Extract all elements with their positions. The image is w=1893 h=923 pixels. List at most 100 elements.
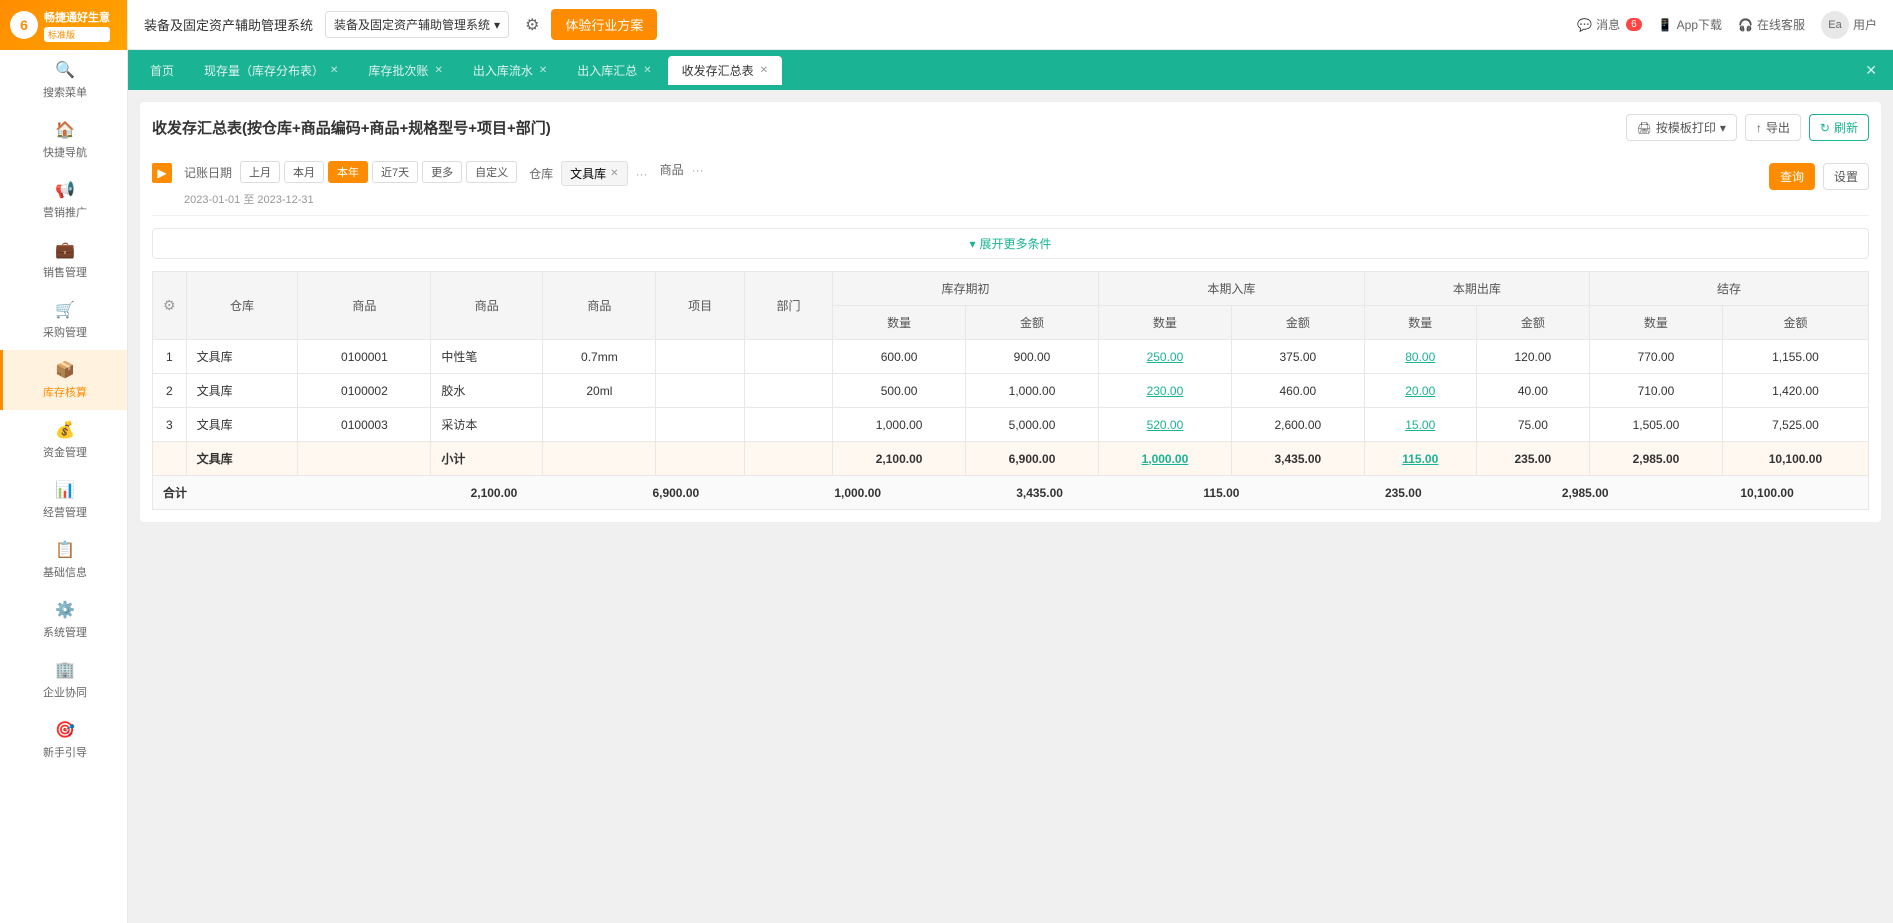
row-close-amt: 1,155.00 (1722, 340, 1868, 374)
sidebar-item-system[interactable]: ⚙️ 系统管理 (0, 590, 127, 650)
row-code: 0100003 (298, 408, 431, 442)
row-out-qty[interactable]: 20.00 (1364, 374, 1476, 408)
online-service-btn[interactable]: 🎧 在线客服 (1738, 16, 1805, 33)
table-row: 1 文具库 0100001 中性笔 0.7mm 600.00 900.00 25… (153, 340, 1869, 374)
tab-batch[interactable]: 库存批次账 ✕ (354, 56, 456, 85)
sidebar-item-sales[interactable]: 💼 销售管理 (0, 230, 127, 290)
row-in-qty[interactable]: 520.00 (1098, 408, 1231, 442)
col-close-qty: 数量 (1589, 306, 1722, 340)
date-btn-7days[interactable]: 近7天 (372, 161, 418, 183)
row-in-qty[interactable]: 230.00 (1098, 374, 1231, 408)
subtotal-in-qty-link[interactable]: 1,000.00 (1142, 452, 1189, 466)
sidebar-item-basic-info[interactable]: 📋 基础信息 (0, 530, 127, 590)
goods-more[interactable]: ··· (692, 163, 704, 177)
refresh-btn[interactable]: ↻ 刷新 (1809, 114, 1869, 141)
row-spec (543, 408, 656, 442)
row-out-qty[interactable]: 80.00 (1364, 340, 1476, 374)
user-menu[interactable]: Ea 用户 (1821, 11, 1877, 39)
row-open-amt: 5,000.00 (966, 408, 1099, 442)
refresh-icon: ↻ (1820, 121, 1830, 135)
tab-receive-send[interactable]: 收发存汇总表 ✕ (668, 56, 782, 85)
gear-icon[interactable]: ⚙ (525, 15, 539, 35)
filter-expand-arrow[interactable]: ▶ (152, 163, 172, 183)
row-dept (744, 442, 832, 476)
tab-close-stock-dist[interactable]: ✕ (330, 65, 338, 76)
tab-close-receive-send[interactable]: ✕ (760, 65, 768, 76)
avatar: Ea (1821, 11, 1849, 39)
tab-close-inout-flow[interactable]: ✕ (539, 65, 547, 76)
col-in-qty: 数量 (1098, 306, 1231, 340)
system-selector[interactable]: 装备及固定资产辅助管理系统 ▾ (325, 11, 509, 38)
row-name: 胶水 (431, 374, 543, 408)
row-in-qty[interactable]: 1,000.00 (1098, 442, 1231, 476)
tab-inout-flow[interactable]: 出入库流水 ✕ (459, 56, 561, 85)
col-out-qty: 数量 (1364, 306, 1476, 340)
tab-inout-summary[interactable]: 出入库汇总 ✕ (563, 56, 665, 85)
date-filter-btns: 上月 本月 本年 近7天 更多 自定义 (240, 161, 517, 183)
row-num: 3 (153, 408, 187, 442)
tab-close-batch[interactable]: ✕ (434, 65, 442, 76)
date-btn-this-month[interactable]: 本月 (284, 161, 324, 183)
warehouse-more[interactable]: ··· (636, 167, 648, 181)
sidebar-item-operations[interactable]: 📊 经营管理 (0, 470, 127, 530)
page-actions: 🖨 按模板打印 ▾ ↑ 导出 ↻ 刷新 (1626, 114, 1869, 141)
row-code: 0100001 (298, 340, 431, 374)
subtotal-out-qty-link[interactable]: 115.00 (1402, 452, 1438, 466)
row-out-amt: 40.00 (1476, 374, 1589, 408)
out-qty-link[interactable]: 80.00 (1405, 350, 1435, 364)
date-btn-last-month[interactable]: 上月 (240, 161, 280, 183)
row-out-amt: 235.00 (1476, 442, 1589, 476)
sidebar-item-finance[interactable]: 💰 资金管理 (0, 410, 127, 470)
expand-conditions-btn[interactable]: ▾ 展开更多条件 (152, 228, 1869, 259)
in-qty-link[interactable]: 230.00 (1147, 384, 1184, 398)
app-download-btn[interactable]: 📱 App下载 (1658, 16, 1722, 33)
inventory-icon: 📦 (55, 360, 75, 380)
notification-btn[interactable]: 💬 消息 6 (1577, 16, 1642, 33)
out-qty-link[interactable]: 20.00 (1405, 384, 1435, 398)
sidebar-item-marketing[interactable]: 📢 营销推广 (0, 170, 127, 230)
row-in-qty[interactable]: 250.00 (1098, 340, 1231, 374)
row-name: 采访本 (431, 408, 543, 442)
query-btn[interactable]: 查询 (1769, 163, 1815, 190)
close-all-tabs-icon[interactable]: ✕ (1865, 62, 1877, 79)
sidebar-item-guide[interactable]: 🎯 新手引导 (0, 710, 127, 770)
sales-icon: 💼 (55, 240, 75, 260)
row-open-amt: 900.00 (966, 340, 1099, 374)
date-filter-label: 记账日期 (184, 164, 232, 181)
sidebar-item-inventory[interactable]: 📦 库存核算 (0, 350, 127, 410)
col-opening-group: 库存期初 (833, 272, 1099, 306)
print-btn[interactable]: 🖨 按模板打印 ▾ (1626, 114, 1737, 141)
table-settings-icon[interactable]: ⚙ (163, 297, 176, 313)
export-btn[interactable]: ↑ 导出 (1745, 114, 1801, 141)
sidebar-item-corp[interactable]: 🏢 企业协同 (0, 650, 127, 710)
date-btn-custom[interactable]: 自定义 (466, 161, 517, 183)
row-project (656, 408, 744, 442)
row-project (656, 374, 744, 408)
col-project: 项目 (656, 272, 744, 340)
warehouse-tag-close[interactable]: ✕ (610, 168, 618, 179)
table-row: 2 文具库 0100002 胶水 20ml 500.00 1,000.00 23… (153, 374, 1869, 408)
in-qty-link[interactable]: 520.00 (1147, 418, 1184, 432)
sidebar-item-purchase[interactable]: 🛒 采购管理 (0, 290, 127, 350)
chevron-down-icon: ▾ (1720, 121, 1726, 135)
sidebar-item-search[interactable]: 🔍 搜索菜单 (0, 50, 127, 110)
tab-home[interactable]: 首页 (136, 56, 188, 85)
tab-close-inout-summary[interactable]: ✕ (643, 65, 651, 76)
row-warehouse: 文具库 (186, 408, 298, 442)
date-btn-this-year[interactable]: 本年 (328, 161, 368, 183)
trial-btn[interactable]: 体验行业方案 (551, 9, 657, 40)
tab-stock-dist[interactable]: 现存量（库存分布表） ✕ (190, 56, 352, 85)
sidebar-item-quick-nav[interactable]: 🏠 快捷导航 (0, 110, 127, 170)
footer-open-qty: 2,100.00 (403, 486, 585, 500)
row-in-amt: 2,600.00 (1231, 408, 1364, 442)
footer-nums: 2,100.00 6,900.00 1,000.00 3,435.00 115.… (403, 486, 1858, 500)
out-qty-link[interactable]: 15.00 (1405, 418, 1435, 432)
row-out-qty[interactable]: 15.00 (1364, 408, 1476, 442)
basic-info-icon: 📋 (55, 540, 75, 560)
in-qty-link[interactable]: 250.00 (1147, 350, 1184, 364)
date-btn-more[interactable]: 更多 (422, 161, 462, 183)
settings-btn[interactable]: 设置 (1823, 163, 1869, 190)
page-title: 收发存汇总表(按仓库+商品编码+商品+规格型号+项目+部门) (152, 117, 1626, 138)
warehouse-tag[interactable]: 文具库 ✕ (561, 161, 627, 186)
row-out-qty[interactable]: 115.00 (1364, 442, 1476, 476)
